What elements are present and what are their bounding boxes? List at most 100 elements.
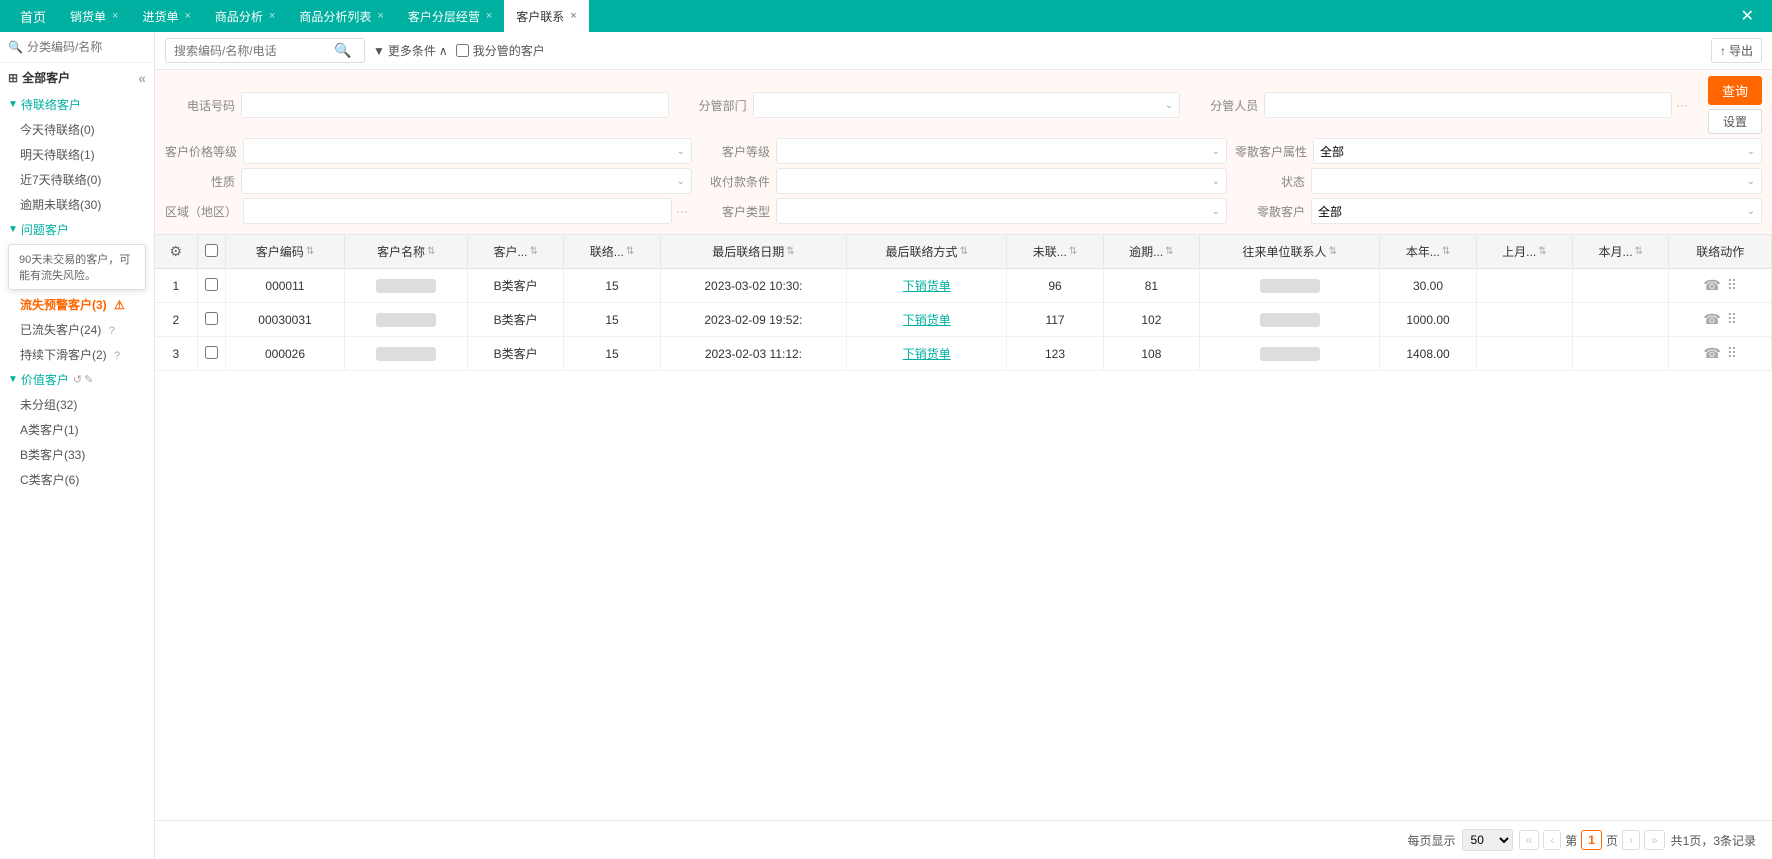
gear-button[interactable]: ⚙ (170, 243, 183, 260)
sort-icon11[interactable]: ⇅ (1538, 246, 1546, 257)
sidebar-item-class-b[interactable]: B类客户(33) (0, 442, 154, 467)
row1-checkbox[interactable] (205, 278, 218, 291)
col-checkbox (197, 235, 225, 269)
sidebar-item-7days[interactable]: 近7天待联络(0) (0, 167, 154, 192)
close-tab-customer-contact[interactable]: × (570, 10, 576, 22)
sidebar-section-pending[interactable]: ▼ 待联络客户 (0, 92, 154, 117)
row3-last-way-link[interactable]: 下销货单 (903, 347, 951, 361)
row2-checkbox-cell (197, 303, 225, 337)
sort-icon6[interactable]: ⇅ (960, 246, 968, 257)
sidebar-item-overdue[interactable]: 逾期未联络(30) (0, 192, 154, 217)
manager-input[interactable] (1264, 92, 1672, 118)
row1-more-icon[interactable]: ⠿ (1727, 277, 1737, 294)
customer-type-dropdown[interactable]: ⌄ (776, 198, 1227, 224)
sort-icon12[interactable]: ⇅ (1635, 246, 1643, 257)
row1-checkbox-cell (197, 269, 225, 303)
my-customers-checkbox[interactable]: 我分管的客户 (456, 42, 545, 59)
main-search-icon[interactable]: 🔍 (334, 42, 351, 59)
sort-icon[interactable]: ⇅ (306, 246, 314, 257)
price-grade-dropdown[interactable]: ⌄ (243, 138, 692, 164)
sidebar-item-class-a[interactable]: A类客户(1) (0, 417, 154, 442)
sort-icon3[interactable]: ⇅ (529, 246, 537, 257)
nav-tab-analysis[interactable]: 商品分析 × (203, 0, 287, 32)
sort-icon7[interactable]: ⇅ (1069, 246, 1077, 257)
my-customers-check[interactable] (456, 44, 469, 57)
sort-icon8[interactable]: ⇅ (1165, 246, 1173, 257)
row2-name: ██ (345, 303, 468, 337)
row1-this-year: 30.00 (1380, 269, 1476, 303)
sidebar-item-churn-warning[interactable]: 流失预警客户(3) ⚠ (0, 292, 154, 317)
dept-dropdown[interactable]: ⌄ (753, 92, 1181, 118)
main-search-input[interactable] (174, 44, 334, 58)
nav-tab-customer-contact[interactable]: 客户联系 × (504, 0, 588, 32)
sort-icon10[interactable]: ⇅ (1442, 246, 1450, 257)
sort-icon2[interactable]: ⇅ (427, 246, 435, 257)
row1-category: B类客户 (467, 269, 563, 303)
per-page-select[interactable]: 50 100 200 (1462, 829, 1513, 851)
query-button[interactable]: 查询 (1708, 76, 1762, 105)
more-dots-manager[interactable]: ··· (1672, 98, 1692, 112)
window-close-button[interactable]: ✕ (1731, 6, 1764, 26)
row2-last-way-link[interactable]: 下销货单 (903, 313, 951, 327)
nav-tab-analysis-list[interactable]: 商品分析列表 × (287, 0, 395, 32)
export-button[interactable]: ↑ 导出 (1711, 38, 1762, 63)
row3-contact-icon[interactable]: ☎ (1703, 345, 1720, 362)
nav-tab-purchase[interactable]: 进货单 × (130, 0, 202, 32)
phone-input[interactable] (241, 92, 669, 118)
edit-icon[interactable]: ✎ (84, 373, 93, 386)
row2-contact-icon[interactable]: ☎ (1703, 311, 1720, 328)
region-input[interactable] (243, 198, 672, 224)
chevron-down-icon7: ⌄ (1747, 176, 1755, 187)
settings-button[interactable]: 设置 (1708, 109, 1762, 134)
close-tab-sales[interactable]: × (112, 10, 118, 22)
prev-page-button[interactable]: ‹ (1543, 830, 1561, 850)
payment-dropdown[interactable]: ⌄ (776, 168, 1227, 194)
refresh-icon[interactable]: ↺ (73, 373, 82, 386)
row1-last-way-link[interactable]: 下销货单 (903, 279, 951, 293)
col-contact-person: 往来单位联系人 ⇅ (1200, 235, 1380, 269)
row2-more-icon[interactable]: ⠿ (1727, 311, 1737, 328)
nav-home[interactable]: 首页 (8, 0, 58, 32)
more-dots-region[interactable]: ··· (672, 204, 692, 218)
sidebar-item-unclassified[interactable]: 未分组(32) (0, 392, 154, 417)
nature-dropdown[interactable]: ⌄ (241, 168, 692, 194)
select-all-checkbox[interactable] (205, 244, 218, 257)
row2-this-month (1573, 303, 1669, 337)
retail-attr-dropdown[interactable]: 全部 ⌄ (1313, 138, 1762, 164)
sidebar-item-declining[interactable]: 持续下滑客户(2) ? (0, 342, 154, 367)
row3-more-icon[interactable]: ⠿ (1727, 345, 1737, 362)
close-tab-customer-layer[interactable]: × (486, 10, 492, 22)
next-page-button[interactable]: › (1622, 830, 1640, 850)
close-tab-analysis[interactable]: × (269, 10, 275, 22)
sidebar-section-value[interactable]: ▼ 价值客户 ↺ ✎ (0, 367, 154, 392)
row1-contact-icon[interactable]: ☎ (1703, 277, 1720, 294)
table-header-row: ⚙ 客户编码 ⇅ 客户名称 (155, 235, 1772, 269)
sidebar-section-problem[interactable]: ▼ 问题客户 (0, 217, 154, 242)
row3-contact-person: ██ (1200, 337, 1380, 371)
retail-dropdown[interactable]: 全部 ⌄ (1311, 198, 1762, 224)
status-dropdown[interactable]: ⌄ (1311, 168, 1762, 194)
sort-icon5[interactable]: ⇅ (786, 246, 794, 257)
nav-tab-sales[interactable]: 销货单 × (58, 0, 130, 32)
sort-icon4[interactable]: ⇅ (626, 246, 634, 257)
sidebar-search-input[interactable] (27, 40, 155, 54)
nav-tab-customer-layer[interactable]: 客户分层经营 × (396, 0, 504, 32)
row2-checkbox[interactable] (205, 312, 218, 325)
sort-icon9[interactable]: ⇅ (1329, 246, 1337, 257)
col-category: 客户... ⇅ (467, 235, 563, 269)
sidebar-item-tomorrow[interactable]: 明天待联络(1) (0, 142, 154, 167)
customer-grade-dropdown[interactable]: ⌄ (776, 138, 1227, 164)
close-tab-purchase[interactable]: × (184, 10, 190, 22)
more-conditions-btn[interactable]: ▼ 更多条件 ∧ (373, 42, 448, 59)
sidebar-item-churned[interactable]: 已流失客户(24) ? (0, 317, 154, 342)
sidebar-item-today[interactable]: 今天待联络(0) (0, 117, 154, 142)
sidebar-item-class-c[interactable]: C类客户(6) (0, 467, 154, 492)
current-page: 1 (1581, 830, 1602, 850)
last-page-button[interactable]: » (1644, 830, 1665, 850)
close-tab-analysis-list[interactable]: × (377, 10, 383, 22)
first-page-button[interactable]: « (1519, 830, 1540, 850)
collapse-sidebar-btn[interactable]: « (138, 70, 146, 86)
sidebar-all-customers[interactable]: ⊞ 全部客户 « (0, 63, 154, 92)
row1-action: ☎ ⠿ (1669, 269, 1772, 303)
row3-checkbox[interactable] (205, 346, 218, 359)
